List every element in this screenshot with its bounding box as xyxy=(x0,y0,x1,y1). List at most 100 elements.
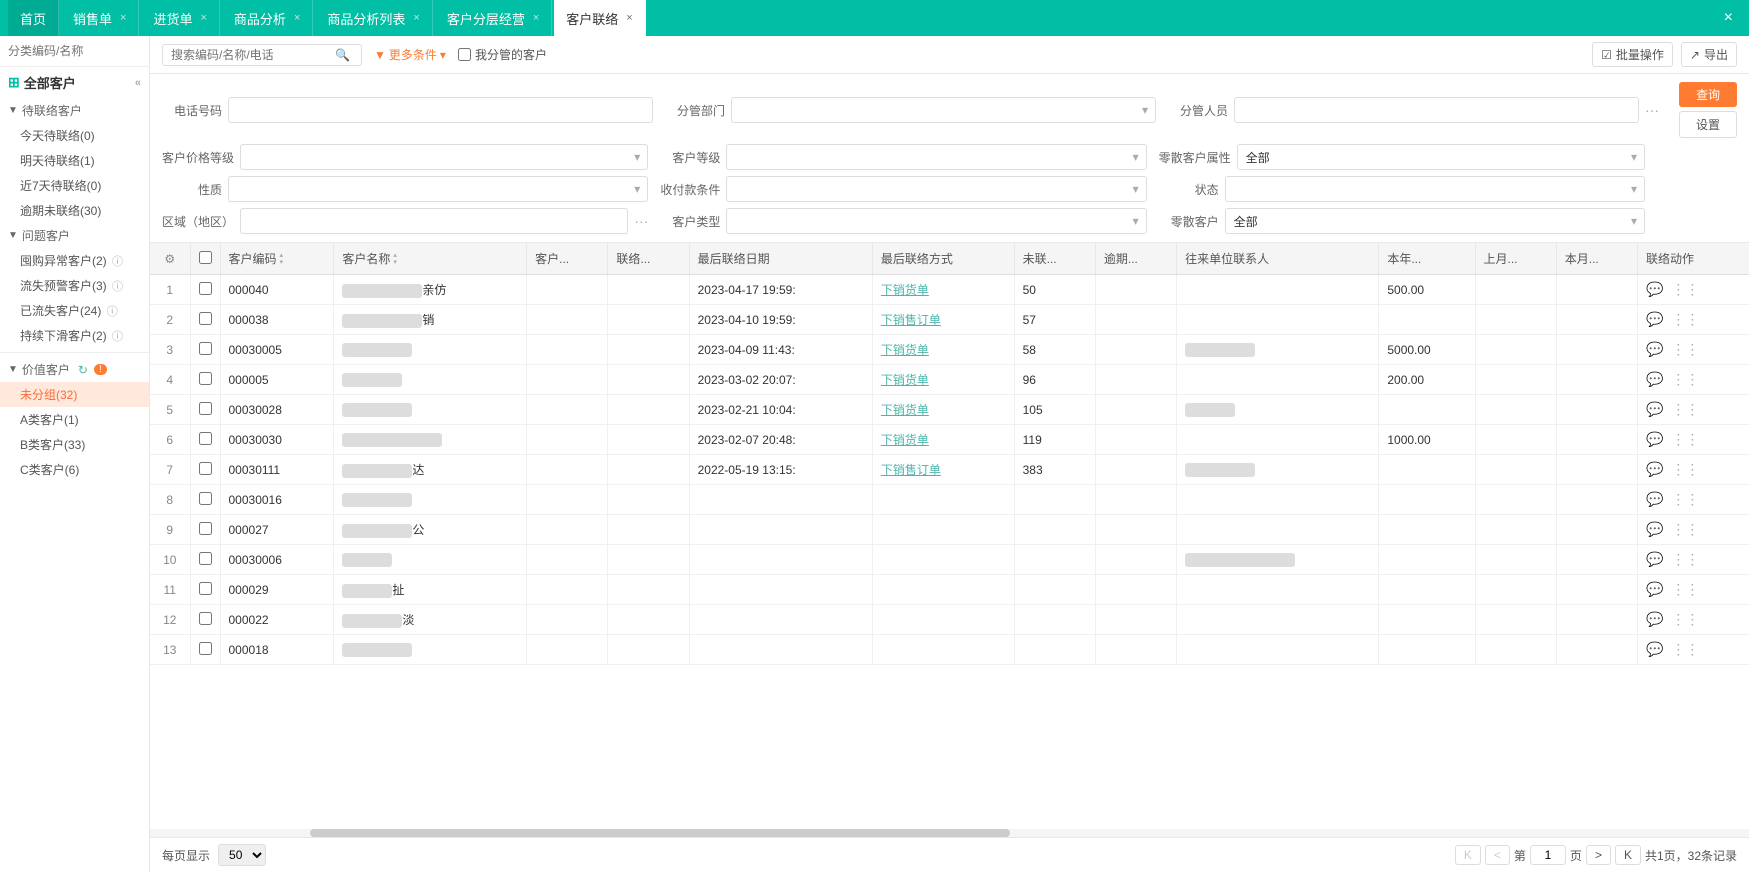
page-prev-btn[interactable]: < xyxy=(1485,845,1510,865)
cell-last-method[interactable] xyxy=(872,635,1014,665)
row-checkbox[interactable] xyxy=(199,612,212,625)
cell-checkbox[interactable] xyxy=(190,395,220,425)
chat-icon[interactable]: 💬 xyxy=(1646,641,1663,658)
tab-analysis-list-close[interactable]: × xyxy=(413,12,419,24)
cell-last-method[interactable] xyxy=(872,575,1014,605)
row-checkbox[interactable] xyxy=(199,642,212,655)
row-checkbox[interactable] xyxy=(199,372,212,385)
filter-payment-select[interactable] xyxy=(726,176,1146,202)
tab-home[interactable]: 首页 xyxy=(8,0,59,36)
sidebar-item-abnormal[interactable]: 囤购异常客户(2) ⓘ xyxy=(0,248,149,273)
chat-icon[interactable]: 💬 xyxy=(1646,551,1663,568)
row-checkbox[interactable] xyxy=(199,552,212,565)
page-size-select[interactable]: 50 xyxy=(218,844,266,866)
filter-region-input[interactable] xyxy=(240,208,628,234)
chat-icon[interactable]: 💬 xyxy=(1646,341,1663,358)
tab-analysis[interactable]: 商品分析 × xyxy=(222,0,313,36)
row-checkbox[interactable] xyxy=(199,402,212,415)
filter-phone-input[interactable] xyxy=(228,97,653,123)
cell-checkbox[interactable] xyxy=(190,365,220,395)
grid-icon[interactable]: ⋮⋮ xyxy=(1671,641,1699,658)
sidebar-item-ungroup[interactable]: 未分组(32) xyxy=(0,382,149,407)
cell-last-method[interactable] xyxy=(872,605,1014,635)
sidebar-value-customers-group[interactable]: ▼ 价值客户 ↻ ! xyxy=(0,357,149,382)
grid-icon[interactable]: ⋮⋮ xyxy=(1671,581,1699,598)
grid-icon[interactable]: ⋮⋮ xyxy=(1671,611,1699,628)
cell-last-method[interactable]: 下销售订单 xyxy=(872,305,1014,335)
chat-icon[interactable]: 💬 xyxy=(1646,461,1663,478)
cell-last-method[interactable]: 下销货单 xyxy=(872,365,1014,395)
last-method-link[interactable]: 下销货单 xyxy=(881,403,929,417)
filter-person-input[interactable] xyxy=(1234,97,1639,123)
grid-icon[interactable]: ⋮⋮ xyxy=(1671,461,1699,478)
chat-icon[interactable]: 💬 xyxy=(1646,431,1663,448)
tab-customer-layer[interactable]: 客户分层经营 × xyxy=(435,0,552,36)
horizontal-scrollbar[interactable] xyxy=(150,829,1749,837)
last-method-link[interactable]: 下销货单 xyxy=(881,433,929,447)
cell-checkbox[interactable] xyxy=(190,335,220,365)
scrollbar-thumb[interactable] xyxy=(310,829,1010,837)
chat-icon[interactable]: 💬 xyxy=(1646,311,1663,328)
filter-more-conditions[interactable]: ▼ 更多条件 ▾ xyxy=(374,46,446,63)
page-first-btn[interactable]: K xyxy=(1455,845,1481,865)
row-checkbox[interactable] xyxy=(199,342,212,355)
cell-last-method[interactable]: 下销货单 xyxy=(872,425,1014,455)
page-last-btn[interactable]: K xyxy=(1615,845,1641,865)
cell-checkbox[interactable] xyxy=(190,545,220,575)
sidebar-item-churn-warning[interactable]: 流失预警客户(3) ⓘ xyxy=(0,273,149,298)
tab-purchase[interactable]: 进货单 × xyxy=(141,0,219,36)
row-checkbox[interactable] xyxy=(199,282,212,295)
filter-cust-level-select[interactable] xyxy=(726,144,1146,170)
chat-icon[interactable]: 💬 xyxy=(1646,281,1663,298)
my-customers-checkbox-wrap[interactable]: 我分管的客户 xyxy=(458,46,547,63)
tab-sales[interactable]: 销售单 × xyxy=(61,0,139,36)
grid-icon[interactable]: ⋮⋮ xyxy=(1671,521,1699,538)
cell-checkbox[interactable] xyxy=(190,305,220,335)
page-next-btn[interactable]: > xyxy=(1586,845,1611,865)
grid-icon[interactable]: ⋮⋮ xyxy=(1671,311,1699,328)
row-checkbox[interactable] xyxy=(199,312,212,325)
th-code-sort[interactable]: 客户编码 ▴▾ xyxy=(229,250,326,267)
grid-icon[interactable]: ⋮⋮ xyxy=(1671,341,1699,358)
select-all-checkbox[interactable] xyxy=(199,251,212,264)
cell-last-method[interactable] xyxy=(872,545,1014,575)
grid-icon[interactable]: ⋮⋮ xyxy=(1671,281,1699,298)
sidebar-search-input[interactable] xyxy=(8,44,150,58)
tab-purchase-close[interactable]: × xyxy=(200,12,206,24)
chat-icon[interactable]: 💬 xyxy=(1646,611,1663,628)
tab-sales-close[interactable]: × xyxy=(120,12,126,24)
sidebar-item-class-c[interactable]: C类客户(6) xyxy=(0,457,149,482)
sidebar-pending-contact-group[interactable]: ▼ 待联络客户 xyxy=(0,98,149,123)
tab-analysis-list[interactable]: 商品分析列表 × xyxy=(315,0,432,36)
row-checkbox[interactable] xyxy=(199,492,212,505)
grid-icon[interactable]: ⋮⋮ xyxy=(1671,431,1699,448)
cell-checkbox[interactable] xyxy=(190,605,220,635)
grid-icon[interactable]: ⋮⋮ xyxy=(1671,551,1699,568)
chat-icon[interactable]: 💬 xyxy=(1646,401,1663,418)
filter-retail-attr-select[interactable] xyxy=(1237,144,1645,170)
filter-person-dots[interactable]: ··· xyxy=(1645,102,1659,118)
cell-last-method[interactable] xyxy=(872,515,1014,545)
cell-checkbox[interactable] xyxy=(190,425,220,455)
sidebar-problem-customers-group[interactable]: ▼ 问题客户 xyxy=(0,223,149,248)
chat-icon[interactable]: 💬 xyxy=(1646,581,1663,598)
tab-customer-contact-close[interactable]: × xyxy=(626,12,632,24)
cell-checkbox[interactable] xyxy=(190,275,220,305)
query-button[interactable]: 查询 xyxy=(1679,82,1737,107)
sidebar-item-tomorrow[interactable]: 明天待联络(1) xyxy=(0,148,149,173)
batch-op-btn[interactable]: ☑ 批量操作 xyxy=(1592,42,1673,67)
cell-checkbox[interactable] xyxy=(190,635,220,665)
grid-icon[interactable]: ⋮⋮ xyxy=(1671,401,1699,418)
filter-status-select[interactable] xyxy=(1225,176,1645,202)
sidebar-item-churned[interactable]: 已流失客户(24) ⓘ xyxy=(0,298,149,323)
filter-nature-select[interactable] xyxy=(228,176,648,202)
th-settings[interactable]: ⚙ xyxy=(150,243,190,275)
sidebar-all-customers[interactable]: ⊞ 全部客户 « xyxy=(0,67,149,98)
filter-price-level-select[interactable] xyxy=(240,144,648,170)
row-checkbox[interactable] xyxy=(199,462,212,475)
cell-checkbox[interactable] xyxy=(190,455,220,485)
last-method-link[interactable]: 下销货单 xyxy=(881,283,929,297)
row-checkbox[interactable] xyxy=(199,582,212,595)
th-name-sort[interactable]: 客户名称 ▴▾ xyxy=(342,250,518,267)
sidebar-item-7days[interactable]: 近7天待联络(0) xyxy=(0,173,149,198)
